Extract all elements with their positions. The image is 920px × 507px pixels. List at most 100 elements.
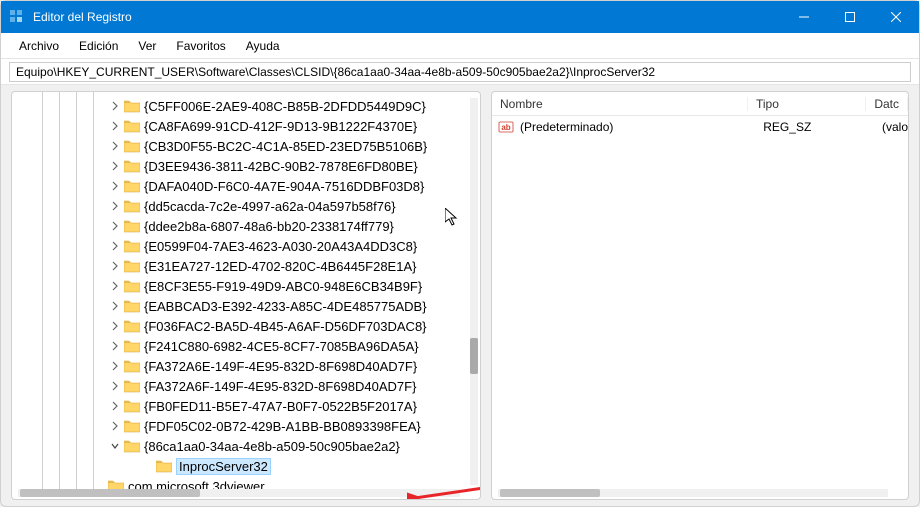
tree-item-label: {F036FAC2-BA5D-4B45-A6AF-D56DF703DAC8} <box>144 319 427 334</box>
window-controls <box>781 1 919 33</box>
tree-item[interactable]: {F241C880-6982-4CE5-8CF7-7085BA96DA5A} <box>20 336 480 356</box>
value-data: (valo <box>874 120 908 134</box>
folder-icon <box>124 139 140 153</box>
tree-item[interactable]: {E31EA727-12ED-4702-820C-4B6445F28E1A} <box>20 256 480 276</box>
folder-icon <box>124 259 140 273</box>
tree-item[interactable]: {E8CF3E55-F919-49D9-ABC0-948E6CB34B9F} <box>20 276 480 296</box>
chevron-down-icon[interactable] <box>108 439 122 453</box>
chevron-right-icon[interactable] <box>108 299 122 313</box>
chevron-right-icon[interactable] <box>108 259 122 273</box>
folder-icon <box>108 479 124 489</box>
folder-icon <box>124 199 140 213</box>
tree-item-label: {F241C880-6982-4CE5-8CF7-7085BA96DA5A} <box>144 339 419 354</box>
chevron-right-icon[interactable] <box>108 339 122 353</box>
tree-item-expanded[interactable]: {86ca1aa0-34aa-4e8b-a509-50c905bae2a2} <box>20 436 480 456</box>
tree-item[interactable]: {C5FF006E-2AE9-408C-B85B-2DFDD5449D9C} <box>20 96 480 116</box>
tree-item-selected[interactable]: InprocServer32 <box>20 456 480 476</box>
registry-tree[interactable]: {C5FF006E-2AE9-408C-B85B-2DFDD5449D9C}{C… <box>12 92 480 489</box>
tree-item[interactable]: {CB3D0F55-BC2C-4C1A-85ED-23ED75B5106B} <box>20 136 480 156</box>
tree-item-label: {D3EE9436-3811-42BC-90B2-7878E6FD80BE} <box>144 159 418 174</box>
folder-icon <box>124 239 140 253</box>
tree-item[interactable]: {DAFA040D-F6C0-4A7E-904A-7516DDBF03D8} <box>20 176 480 196</box>
tree-item[interactable]: {D3EE9436-3811-42BC-90B2-7878E6FD80BE} <box>20 156 480 176</box>
chevron-right-icon[interactable] <box>108 279 122 293</box>
chevron-right-icon[interactable] <box>108 159 122 173</box>
col-name[interactable]: Nombre <box>492 97 748 111</box>
folder-icon <box>124 379 140 393</box>
menu-favorites[interactable]: Favoritos <box>166 35 235 57</box>
tree-item[interactable]: {ddee2b8a-6807-48a6-bb20-2338174ff779} <box>20 216 480 236</box>
value-row[interactable]: ab (Predeterminado) REG_SZ (valo <box>492 116 908 138</box>
tree-item-label: {E31EA727-12ED-4702-820C-4B6445F28E1A} <box>144 259 416 274</box>
menu-edit[interactable]: Edición <box>69 35 128 57</box>
tree-item-label: {EABBCAD3-E392-4233-A85C-4DE485775ADB} <box>144 299 427 314</box>
tree-vscrollbar[interactable] <box>470 98 478 485</box>
chevron-right-icon[interactable] <box>108 99 122 113</box>
chevron-right-icon[interactable] <box>108 379 122 393</box>
folder-icon <box>124 219 140 233</box>
app-icon <box>9 9 25 25</box>
tree-item[interactable]: {CA8FA699-91CD-412F-9D13-9B1222F4370E} <box>20 116 480 136</box>
col-type[interactable]: Tipo <box>748 97 866 111</box>
tree-item-label: {ddee2b8a-6807-48a6-bb20-2338174ff779} <box>144 219 394 234</box>
tree-item-label: {E0599F04-7AE3-4623-A030-20A43A4DD3C8} <box>144 239 417 254</box>
tree-item[interactable]: com.microsoft.3dviewer <box>20 476 480 489</box>
folder-icon <box>124 419 140 433</box>
titlebar: Editor del Registro <box>1 1 919 33</box>
chevron-right-icon[interactable] <box>108 399 122 413</box>
close-button[interactable] <box>873 1 919 33</box>
folder-icon <box>124 99 140 113</box>
menu-view[interactable]: Ver <box>128 35 166 57</box>
folder-icon <box>124 119 140 133</box>
tree-item-label: {FA372A6E-149F-4E95-832D-8F698D40AD7F} <box>144 359 417 374</box>
tree-item-label: {E8CF3E55-F919-49D9-ABC0-948E6CB34B9F} <box>144 279 422 294</box>
folder-icon <box>124 359 140 373</box>
chevron-right-icon[interactable] <box>108 179 122 193</box>
chevron-right-icon[interactable] <box>108 359 122 373</box>
tree-item-label: com.microsoft.3dviewer <box>128 479 265 490</box>
tree-item-label: InprocServer32 <box>176 458 271 475</box>
folder-icon <box>124 399 140 413</box>
folder-icon <box>124 439 140 453</box>
path-input[interactable] <box>9 62 911 82</box>
tree-item[interactable]: {FA372A6E-149F-4E95-832D-8F698D40AD7F} <box>20 356 480 376</box>
chevron-right-icon[interactable] <box>108 119 122 133</box>
minimize-button[interactable] <box>781 1 827 33</box>
tree-item[interactable]: {FA372A6F-149F-4E95-832D-8F698D40AD7F} <box>20 376 480 396</box>
tree-item-label: {DAFA040D-F6C0-4A7E-904A-7516DDBF03D8} <box>144 179 424 194</box>
folder-icon <box>124 279 140 293</box>
value-type: REG_SZ <box>755 120 874 134</box>
values-hscrollbar[interactable] <box>498 489 888 497</box>
tree-item-label: {86ca1aa0-34aa-4e8b-a509-50c905bae2a2} <box>144 439 400 454</box>
window-title: Editor del Registro <box>33 10 781 24</box>
tree-item[interactable]: {FDF05C02-0B72-429B-A1BB-BB0893398FEA} <box>20 416 480 436</box>
chevron-right-icon[interactable] <box>108 199 122 213</box>
value-name: (Predeterminado) <box>520 120 755 134</box>
menu-help[interactable]: Ayuda <box>236 35 290 57</box>
chevron-right-icon[interactable] <box>108 139 122 153</box>
tree-item[interactable]: {EABBCAD3-E392-4233-A85C-4DE485775ADB} <box>20 296 480 316</box>
folder-icon <box>124 319 140 333</box>
folder-icon <box>124 339 140 353</box>
folder-icon <box>156 459 172 473</box>
values-panel: Nombre Tipo Datc ab (Predeterminado) REG… <box>491 91 909 500</box>
tree-item[interactable]: {FB0FED11-B5E7-47A7-B0F7-0522B5F2017A} <box>20 396 480 416</box>
folder-icon <box>124 179 140 193</box>
col-data[interactable]: Datc <box>866 97 908 111</box>
chevron-right-icon[interactable] <box>108 219 122 233</box>
maximize-button[interactable] <box>827 1 873 33</box>
tree-hscrollbar[interactable] <box>18 489 460 497</box>
tree-item[interactable]: {E0599F04-7AE3-4623-A030-20A43A4DD3C8} <box>20 236 480 256</box>
folder-icon <box>124 299 140 313</box>
tree-item[interactable]: {dd5cacda-7c2e-4997-a62a-04a597b58f76} <box>20 196 480 216</box>
values-header: Nombre Tipo Datc <box>492 92 908 116</box>
tree-item-label: {FDF05C02-0B72-429B-A1BB-BB0893398FEA} <box>144 419 421 434</box>
chevron-right-icon[interactable] <box>108 239 122 253</box>
menu-file[interactable]: Archivo <box>9 35 69 57</box>
tree-item[interactable]: {F036FAC2-BA5D-4B45-A6AF-D56DF703DAC8} <box>20 316 480 336</box>
chevron-right-icon[interactable] <box>108 319 122 333</box>
tree-item-label: {CB3D0F55-BC2C-4C1A-85ED-23ED75B5106B} <box>144 139 427 154</box>
chevron-right-icon[interactable] <box>108 419 122 433</box>
address-bar <box>1 59 919 85</box>
tree-item-label: {FA372A6F-149F-4E95-832D-8F698D40AD7F} <box>144 379 416 394</box>
